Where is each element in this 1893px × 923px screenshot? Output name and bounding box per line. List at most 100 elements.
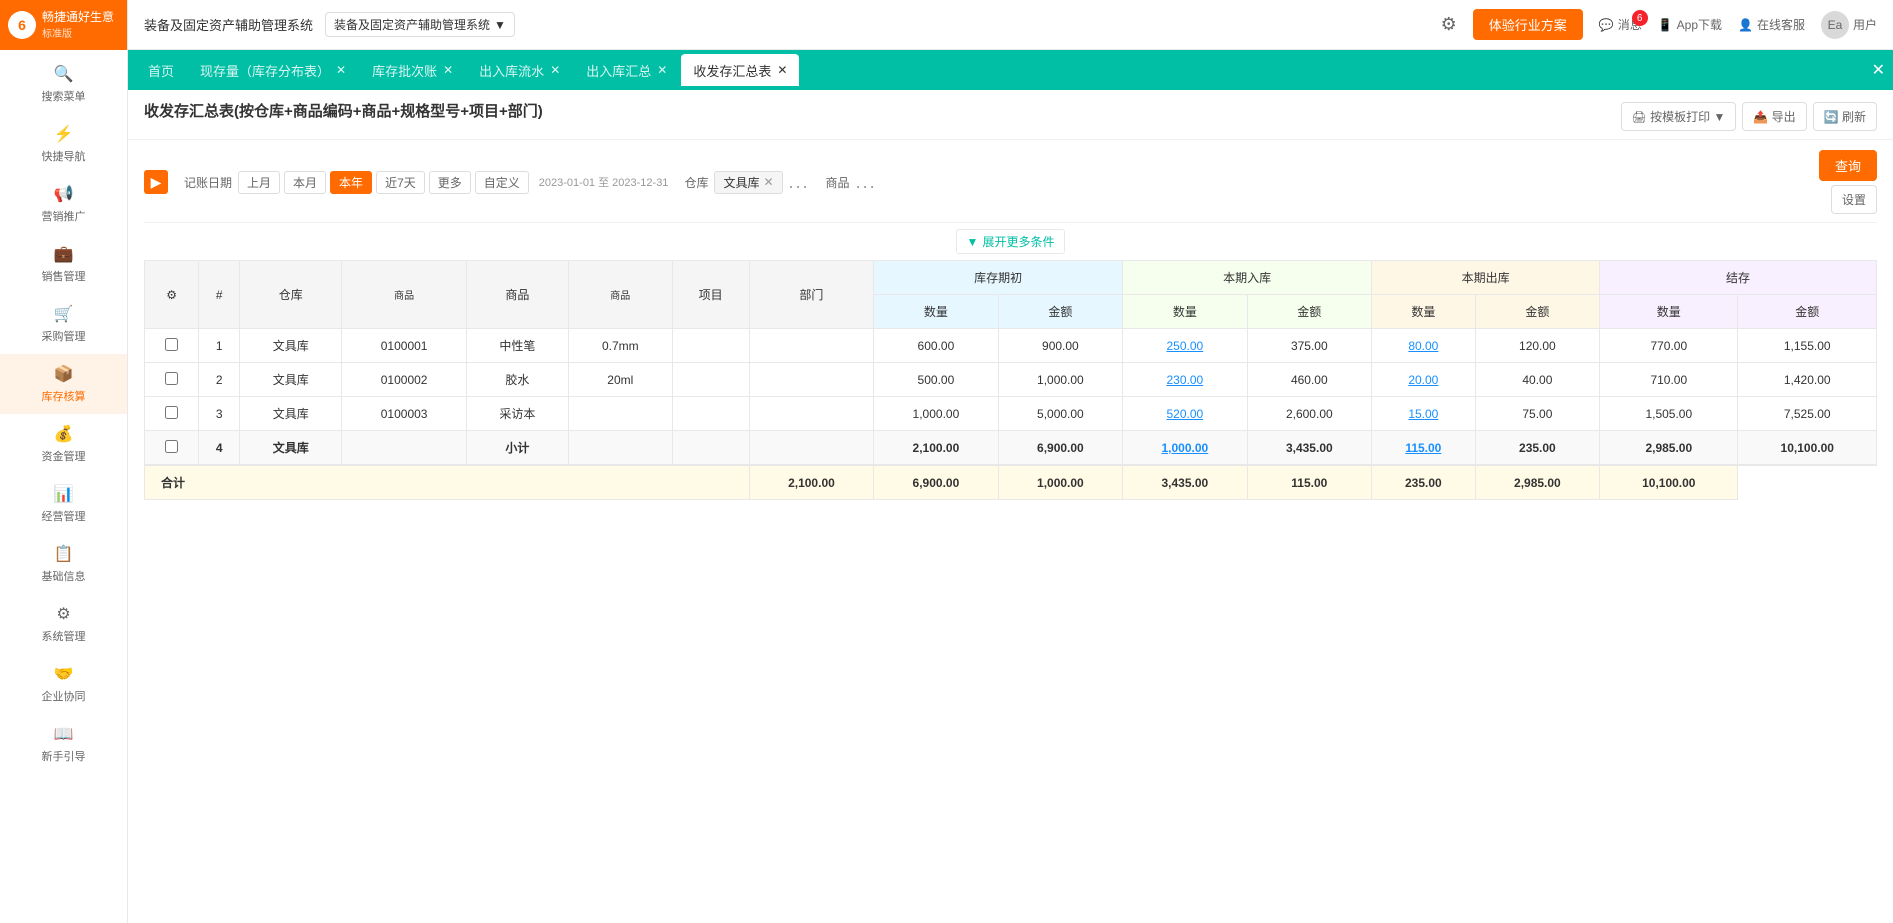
subtotal-name: 小计 <box>466 431 568 466</box>
row-open-qty-0: 600.00 <box>874 329 998 363</box>
tab-label-3: 出入库流水 <box>479 61 544 80</box>
message-action[interactable]: 💬 消息 6 <box>1599 16 1642 33</box>
system-select[interactable]: 装备及固定资产辅助管理系统 ▼ <box>325 12 515 37</box>
row-dept-2 <box>749 397 873 431</box>
try-button[interactable]: 体验行业方案 <box>1473 9 1583 40</box>
warehouse-tag: 文具库 ✕ <box>714 171 782 194</box>
date-btn-本月[interactable]: 本月 <box>284 171 326 194</box>
tab-3[interactable]: 出入库流水 ✕ <box>467 54 572 86</box>
date-btn-自定义[interactable]: 自定义 <box>475 171 529 194</box>
col-warehouse-header: 仓库 <box>240 261 342 329</box>
system-title: 装备及固定资产辅助管理系统 <box>144 15 313 34</box>
open-amt-header: 金额 <box>998 295 1122 329</box>
sidebar-item-9[interactable]: ⚙ 系统管理 <box>0 594 127 654</box>
sidebar-item-8[interactable]: 📋基础信息 <box>0 534 127 594</box>
row-in-amt-2: 2,600.00 <box>1247 397 1371 431</box>
subtotal-open-amt: 6,900.00 <box>998 431 1122 466</box>
subtotal-out-qty: 115.00 <box>1372 431 1476 466</box>
sidebar-icon-6: 💰 <box>54 424 74 444</box>
date-btn-更多[interactable]: 更多 <box>429 171 471 194</box>
expand-conditions-button[interactable]: ▼ 展开更多条件 <box>956 229 1066 254</box>
online-service-action[interactable]: 👤 在线客服 <box>1738 16 1805 33</box>
row-no-2: 3 <box>199 397 240 431</box>
sidebar-item-7[interactable]: 📊经营管理 <box>0 474 127 534</box>
sidebar-item-6[interactable]: 💰资金管理 <box>0 414 127 474</box>
warehouse-tag-close[interactable]: ✕ <box>763 175 773 189</box>
tab-5[interactable]: 收发存汇总表✕ <box>681 54 799 86</box>
settings-icon[interactable]: ⚙ <box>1441 14 1457 35</box>
subtotal-in-amt: 3,435.00 <box>1247 431 1371 466</box>
tab-0[interactable]: 首页 <box>136 54 186 86</box>
row-name-2: 采访本 <box>466 397 568 431</box>
bal-qty-header: 数量 <box>1600 295 1738 329</box>
sidebar-label-9: 系统管理 <box>42 628 86 644</box>
tab-close-5[interactable]: ✕ <box>777 64 787 76</box>
product-more[interactable]: ... <box>856 172 877 193</box>
tab-close-2[interactable]: ✕ <box>443 64 453 76</box>
row-open-amt-1: 1,000.00 <box>998 363 1122 397</box>
tab-2[interactable]: 库存批次账✕ <box>360 54 465 86</box>
query-button[interactable]: 查询 <box>1819 150 1877 181</box>
warehouse-more[interactable]: ... <box>789 172 810 193</box>
tab-1[interactable]: 现存量（库存分布表） ✕ <box>188 54 358 86</box>
total-label: 合计 <box>145 465 750 500</box>
row-open-qty-1: 500.00 <box>874 363 998 397</box>
sidebar-item-5[interactable]: 📦库存核算 <box>0 354 127 414</box>
refresh-button[interactable]: 🔄 刷新 <box>1813 102 1877 131</box>
tab-close-4[interactable]: ✕ <box>657 64 667 76</box>
sidebar-item-3[interactable]: 💼销售管理 <box>0 234 127 294</box>
sidebar-item-10[interactable]: 🤝企业协同 <box>0 654 127 714</box>
tab-label-1: 现存量（库存分布表） <box>200 61 330 80</box>
close-all-tabs[interactable]: ✕ <box>1872 60 1885 80</box>
row-checkbox-2[interactable] <box>145 397 199 431</box>
sidebar-item-2[interactable]: 📢营销推广 <box>0 174 127 234</box>
tab-close-1[interactable]: ✕ <box>336 64 346 76</box>
chevron-down-icon: ▼ <box>494 18 506 32</box>
gear-icon[interactable]: ⚙ <box>166 288 177 302</box>
date-btn-近7天[interactable]: 近7天 <box>376 171 425 194</box>
total-out-qty: 115.00 <box>1247 465 1371 500</box>
sidebar-icon-11: 📖 <box>54 724 74 744</box>
col-name-header: 商品 <box>466 261 568 329</box>
sidebar-label-2: 营销推广 <box>42 208 86 224</box>
row-warehouse-1: 文具库 <box>240 363 342 397</box>
row-warehouse-0: 文具库 <box>240 329 342 363</box>
sidebar-label-5: 库存核算 <box>42 388 86 404</box>
subtotal-checkbox[interactable] <box>145 431 199 466</box>
sidebar-nav: 🔍搜索菜单⚡快捷导航📢营销推广💼销售管理🛒采购管理📦库存核算💰资金管理📊经营管理… <box>0 50 127 923</box>
sidebar-item-0[interactable]: 🔍搜索菜单 <box>0 54 127 114</box>
date-btn-本年[interactable]: 本年 <box>330 171 372 194</box>
user-action[interactable]: Ea 用户 <box>1821 11 1877 39</box>
col-settings-header: ⚙ <box>145 261 199 329</box>
settings-button[interactable]: 设置 <box>1831 185 1877 214</box>
subtotal-code <box>342 431 466 466</box>
print-button[interactable]: 🖨 按模板打印 ▼ <box>1621 102 1737 131</box>
total-open-amt: 6,900.00 <box>874 465 998 500</box>
row-checkbox-1[interactable] <box>145 363 199 397</box>
subtotal-out-amt: 235.00 <box>1475 431 1599 466</box>
tab-4[interactable]: 出入库汇总✕ <box>574 54 679 86</box>
row-open-amt-0: 900.00 <box>998 329 1122 363</box>
sidebar-item-1[interactable]: ⚡快捷导航 <box>0 114 127 174</box>
sidebar-item-4[interactable]: 🛒采购管理 <box>0 294 127 354</box>
collapse-arrow[interactable]: ▶ <box>144 170 168 194</box>
sidebar-icon-0: 🔍 <box>54 64 74 84</box>
row-dept-0 <box>749 329 873 363</box>
chevron-down-icon: ▼ <box>967 235 979 249</box>
open-qty-header: 数量 <box>874 295 998 329</box>
row-no-1: 2 <box>199 363 240 397</box>
page-header: 收发存汇总表(按仓库+商品编码+商品+规格型号+项目+部门) 🖨 按模板打印 ▼… <box>128 90 1893 140</box>
sidebar-item-11[interactable]: 📖新手引导 <box>0 714 127 774</box>
sidebar-logo: 6 畅捷通好生意 标准版 <box>0 0 127 50</box>
sidebar-label-10: 企业协同 <box>42 688 86 704</box>
row-code-0: 0100001 <box>342 329 466 363</box>
sidebar-icon-9: ⚙ <box>56 604 70 624</box>
subtotal-dept <box>749 431 873 466</box>
expand-row: ▼ 展开更多条件 <box>144 222 1877 260</box>
date-btn-上月[interactable]: 上月 <box>238 171 280 194</box>
app-download-action[interactable]: 📱 App下载 <box>1658 16 1722 33</box>
export-button[interactable]: 📤 导出 <box>1742 102 1806 131</box>
chevron-down-icon: ▼ <box>1713 110 1725 124</box>
row-checkbox-0[interactable] <box>145 329 199 363</box>
tab-close-3[interactable]: ✕ <box>550 64 560 76</box>
